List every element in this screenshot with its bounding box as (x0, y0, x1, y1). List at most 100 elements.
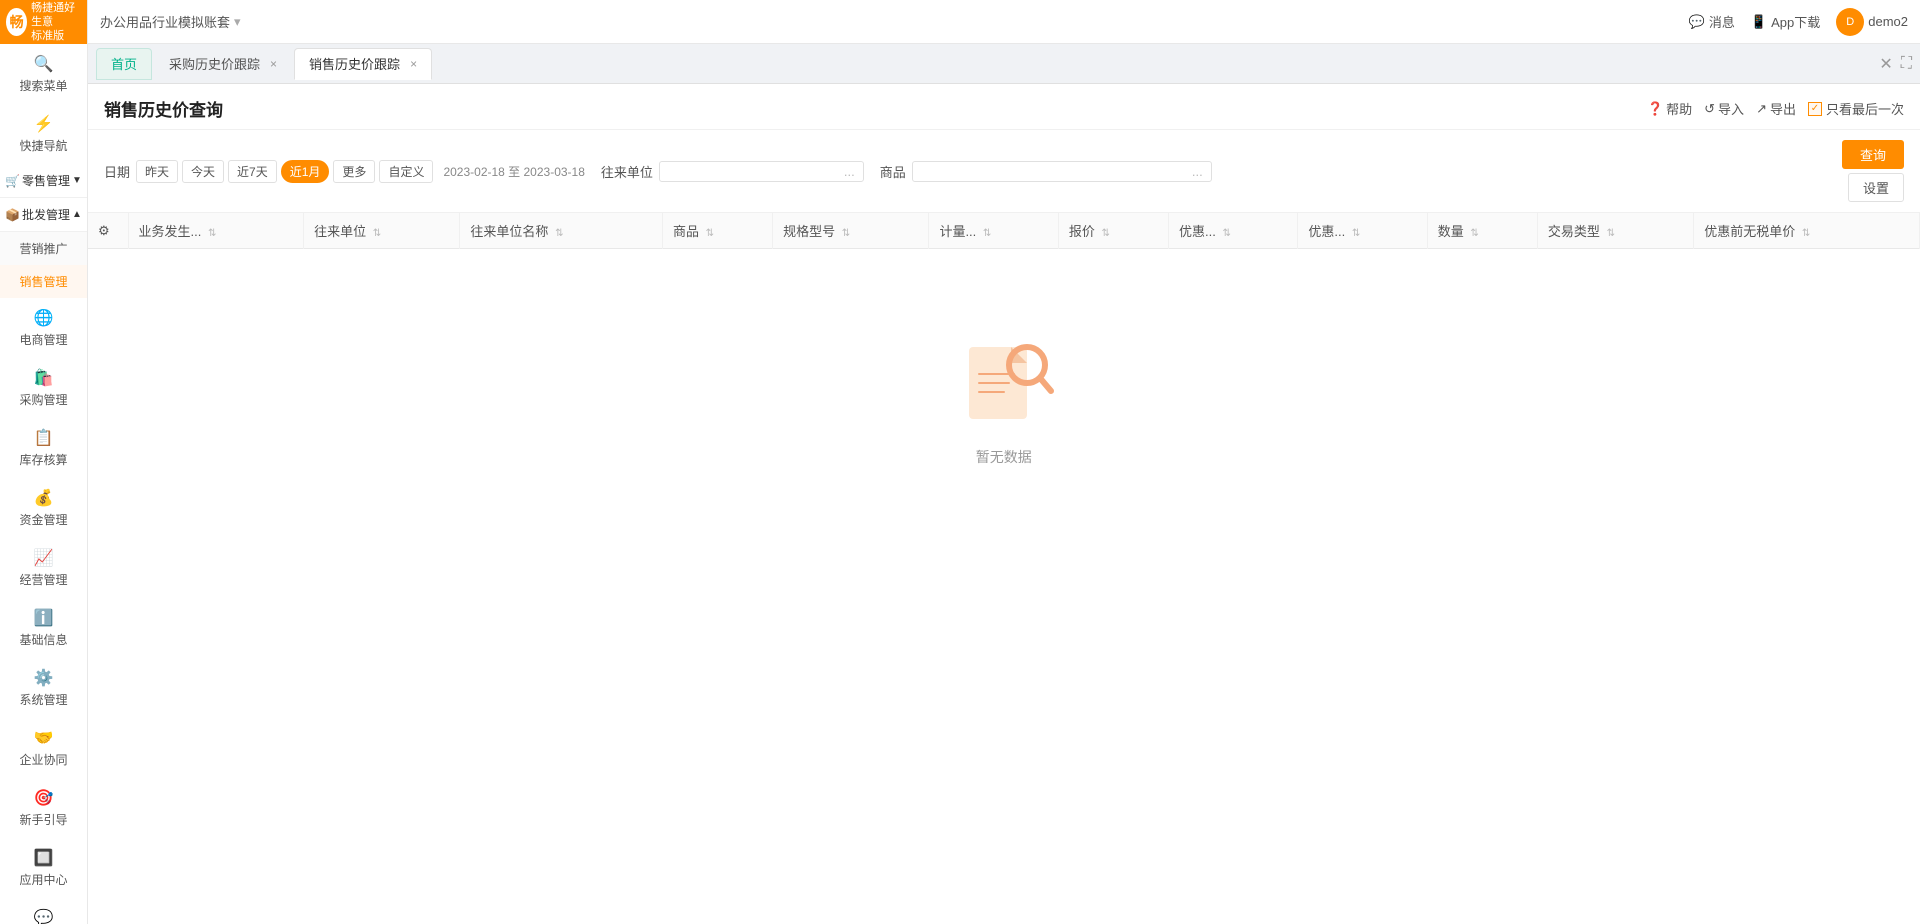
th-settings: ⚙ (88, 213, 128, 249)
tab-home[interactable]: 首页 (96, 48, 152, 80)
filter-bar: 日期 昨天 今天 近7天 近1月 更多 自定义 2023-02-18 至 202… (88, 130, 1920, 213)
th-unit[interactable]: 计量... ⇅ (929, 213, 1058, 249)
sidebar-item-beginner[interactable]: 🎯 新手引导 (0, 778, 87, 838)
tab-purchase-price[interactable]: 采购历史价跟踪 × (154, 48, 292, 80)
finance-icon: 💰 (34, 488, 54, 508)
sidebar-item-wechat[interactable]: 💬 企业微信 (0, 898, 87, 924)
export-btn[interactable]: ↗ 导出 (1756, 99, 1796, 118)
unit-filter-group: 往来单位 ... (601, 161, 864, 182)
logo-icon: 畅 (6, 8, 27, 36)
only-last-checkbox-label[interactable]: ✓ 只看最后一次 (1808, 99, 1904, 118)
sidebar-item-operation[interactable]: 📈 经营管理 (0, 538, 87, 598)
app-logo: 畅 畅捷通好生意 标准版 (0, 0, 87, 44)
wholesale-arrow: ▲ (72, 209, 82, 220)
wholesale-submenu: 营销推广 销售管理 (0, 232, 87, 298)
only-last-checkbox[interactable]: ✓ (1808, 102, 1822, 116)
th-trade-type[interactable]: 交易类型 ⇅ (1537, 213, 1693, 249)
import-icon: ↺ (1704, 101, 1715, 117)
sidebar-item-search-menu[interactable]: 🔍 搜索菜单 (0, 44, 87, 104)
sort-spec-icon: ⇅ (842, 228, 850, 239)
tab-purchase-close[interactable]: × (270, 57, 277, 71)
more-btn[interactable]: 更多 (333, 160, 375, 183)
app-center-icon: 🔲 (34, 848, 54, 868)
today-btn[interactable]: 今天 (182, 160, 224, 183)
search-menu-icon: 🔍 (34, 54, 54, 74)
close-window-btn[interactable]: ✕ (1879, 54, 1892, 74)
th-discount1[interactable]: 优惠... ⇅ (1168, 213, 1297, 249)
sidebar-item-quick-nav[interactable]: ⚡ 快捷导航 (0, 104, 87, 164)
sidebar-item-ecommerce[interactable]: 🌐 电商管理 (0, 298, 87, 358)
date-filter-label: 日期 (104, 162, 130, 181)
sort-discount1-icon: ⇅ (1222, 228, 1230, 239)
product-input-wrap: ... (912, 161, 1212, 182)
sidebar-item-system[interactable]: ⚙️ 系统管理 (0, 658, 87, 718)
sidebar-item-app-center[interactable]: 🔲 应用中心 (0, 838, 87, 898)
topbar-actions: 💬 消息 📱 App下载 D demo2 (1689, 8, 1908, 36)
th-unit-code[interactable]: 往来单位 ⇅ (304, 213, 460, 249)
import-btn[interactable]: ↺ 导入 (1704, 99, 1744, 118)
beginner-icon: 🎯 (34, 788, 54, 808)
yesterday-btn[interactable]: 昨天 (136, 160, 178, 183)
operation-icon: 📈 (34, 548, 54, 568)
custom-btn[interactable]: 自定义 (379, 160, 433, 183)
window-buttons: ✕ ⛶ (1879, 54, 1912, 74)
inventory-icon: 📋 (34, 428, 54, 448)
date-range-text: 2023-02-18 至 2023-03-18 (443, 163, 584, 180)
maximize-btn[interactable]: ⛶ (1901, 55, 1912, 73)
settings-btn[interactable]: 设置 (1848, 173, 1904, 202)
sidebar-item-enterprise[interactable]: 🤝 企业协同 (0, 718, 87, 778)
sort-trade-type-icon: ⇅ (1607, 228, 1615, 239)
th-unit-name[interactable]: 往来单位名称 ⇅ (460, 213, 663, 249)
checkbox-check-icon: ✓ (1811, 103, 1819, 114)
table-body: 暂无数据 (88, 249, 1920, 548)
purchase-icon: 🛍️ (34, 368, 54, 388)
last7days-btn[interactable]: 近7天 (228, 160, 277, 183)
sidebar-item-basic-info[interactable]: ℹ️ 基础信息 (0, 598, 87, 658)
sidebar-item-purchase[interactable]: 🛍️ 采购管理 (0, 358, 87, 418)
sidebar: 畅 畅捷通好生意 标准版 🔍 搜索菜单 ⚡ 快捷导航 🛒 零售管理 ▼ 📦 批发… (0, 0, 88, 924)
sidebar-item-wholesale-mgmt[interactable]: 📦 批发管理 ▲ (0, 198, 87, 232)
page-header-actions: ❓ 帮助 ↺ 导入 ↗ 导出 ✓ 只看最后一次 (1647, 99, 1904, 118)
th-product[interactable]: 商品 ⇅ (662, 213, 772, 249)
sidebar-item-inventory[interactable]: 📋 库存核算 (0, 418, 87, 478)
sort-biz-date-icon: ⇅ (208, 228, 216, 239)
retail-icon: 🛒 (5, 174, 20, 188)
th-biz-date[interactable]: 业务发生... ⇅ (128, 213, 304, 249)
sidebar-item-finance[interactable]: 💰 资金管理 (0, 478, 87, 538)
tab-sales-close[interactable]: × (410, 57, 417, 71)
product-filter-group: 商品 ... (880, 161, 1212, 182)
sort-qty-icon: ⇅ (1470, 228, 1478, 239)
empty-svg (949, 329, 1059, 439)
th-spec[interactable]: 规格型号 ⇅ (773, 213, 929, 249)
topbar-dropdown-icon[interactable]: ▾ (234, 14, 241, 30)
last1month-btn[interactable]: 近1月 (281, 160, 330, 183)
table-settings-icon[interactable]: ⚙ (98, 223, 110, 238)
sidebar-item-sales-mgmt[interactable]: 销售管理 (0, 265, 87, 298)
sort-unit-code-icon: ⇅ (373, 228, 381, 239)
sidebar-item-marketing[interactable]: 营销推广 (0, 232, 87, 265)
product-input-dots[interactable]: ... (1192, 164, 1203, 179)
unit-input-dots[interactable]: ... (844, 164, 855, 179)
sort-price-icon: ⇅ (1101, 228, 1109, 239)
th-price[interactable]: 报价 ⇅ (1058, 213, 1168, 249)
topbar-user[interactable]: D demo2 (1836, 8, 1908, 36)
product-input[interactable] (921, 164, 1192, 179)
table-header: ⚙ 业务发生... ⇅ 往来单位 ⇅ 往来单位名称 ⇅ (88, 213, 1920, 249)
export-icon: ↗ (1756, 101, 1767, 117)
query-btn[interactable]: 查询 (1842, 140, 1904, 169)
sidebar-item-retail-mgmt[interactable]: 🛒 零售管理 ▼ (0, 164, 87, 198)
main-area: 办公用品行业模拟账套 ▾ 💬 消息 📱 App下载 D demo2 首页 采购历… (88, 0, 1920, 924)
unit-filter-label: 往来单位 (601, 162, 653, 181)
topbar-msg-btn[interactable]: 💬 消息 (1689, 12, 1735, 31)
table-container: ⚙ 业务发生... ⇅ 往来单位 ⇅ 往来单位名称 ⇅ (88, 213, 1920, 924)
th-discount2[interactable]: 优惠... ⇅ (1298, 213, 1427, 249)
topbar-app-download-btn[interactable]: 📱 App下载 (1751, 12, 1820, 31)
ecommerce-icon: 🌐 (34, 308, 54, 328)
th-no-tax-price[interactable]: 优惠前无税单价 ⇅ (1694, 213, 1920, 249)
th-qty[interactable]: 数量 ⇅ (1427, 213, 1537, 249)
empty-text: 暂无数据 (976, 447, 1032, 467)
tab-sales-price[interactable]: 销售历史价跟踪 × (294, 48, 432, 80)
help-btn[interactable]: ❓ 帮助 (1647, 99, 1692, 118)
empty-state: 暂无数据 (88, 249, 1920, 547)
unit-input[interactable] (668, 164, 844, 179)
